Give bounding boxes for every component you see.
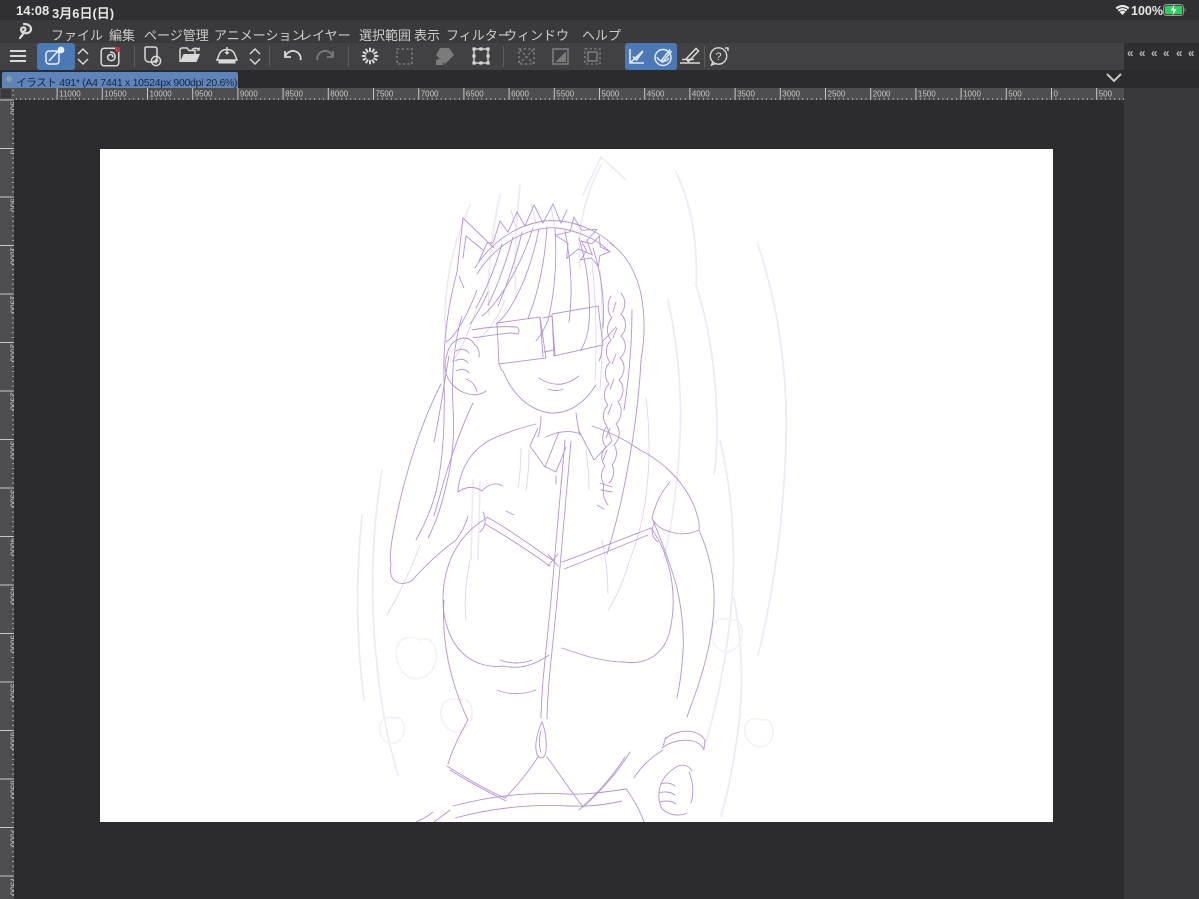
svg-text:6000: 6000 — [511, 90, 529, 99]
svg-text:8000: 8000 — [330, 90, 348, 99]
svg-text:1000: 1000 — [963, 90, 981, 99]
svg-text:5500: 5500 — [556, 90, 574, 99]
svg-text:4000: 4000 — [692, 90, 710, 99]
svg-text:6500: 6500 — [466, 90, 484, 99]
svg-text:3000: 3000 — [782, 90, 800, 99]
svg-text:9500: 9500 — [195, 90, 213, 99]
svg-text:500: 500 — [1008, 90, 1022, 99]
svg-text:2500: 2500 — [828, 90, 846, 99]
svg-text:4500: 4500 — [647, 90, 665, 99]
svg-text:3500: 3500 — [737, 90, 755, 99]
svg-text:2000: 2000 — [873, 90, 891, 99]
svg-text:10000: 10000 — [150, 90, 173, 99]
svg-text:11000: 11000 — [59, 90, 81, 99]
svg-text:7500: 7500 — [376, 90, 394, 99]
svg-text:10500: 10500 — [104, 90, 127, 99]
svg-text:5000: 5000 — [602, 90, 620, 99]
svg-text:0: 0 — [1054, 90, 1059, 99]
svg-text:8500: 8500 — [285, 90, 303, 99]
svg-text:7000: 7000 — [421, 90, 439, 99]
svg-text:500: 500 — [1099, 90, 1113, 99]
svg-text:?: ? — [715, 51, 721, 63]
svg-text:1500: 1500 — [918, 90, 936, 99]
svg-text:9000: 9000 — [240, 90, 258, 99]
